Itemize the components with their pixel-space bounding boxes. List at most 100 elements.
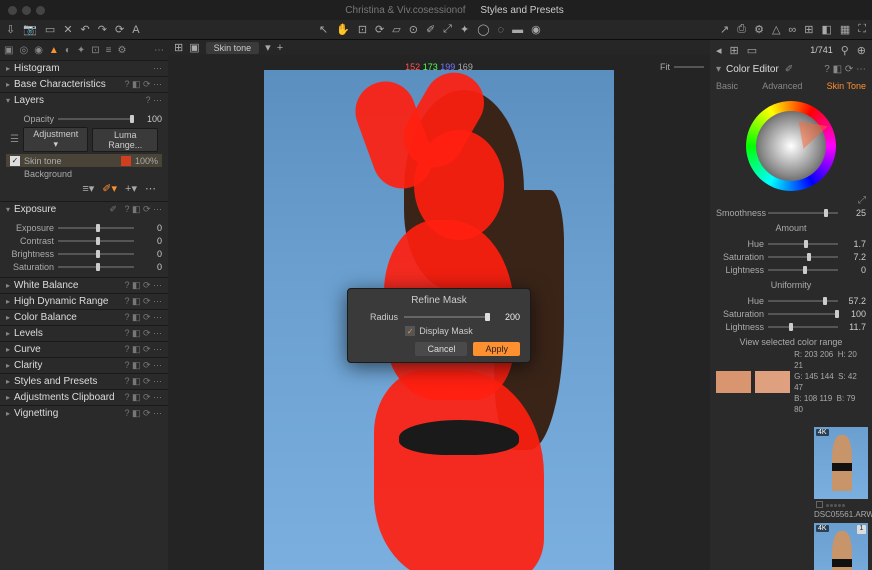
layer-skin-tone[interactable]: ✓Skin tone 100% <box>6 154 162 167</box>
folder-icon[interactable]: ▭ <box>45 23 55 36</box>
slider-contrast[interactable]: Contrast0 <box>6 234 162 247</box>
section-levels[interactable]: ▸Levels? ◧ ⟳ ⋯ <box>0 326 168 341</box>
radial-icon[interactable]: ◉ <box>531 23 541 36</box>
layout-icon[interactable]: ▦ <box>840 23 850 36</box>
section-color balance[interactable]: ▸Color Balance? ◧ ⟳ ⋯ <box>0 310 168 325</box>
keystone-icon[interactable]: ▱ <box>392 23 400 36</box>
color-tab-icon[interactable]: ▲ <box>49 45 59 56</box>
more-icon[interactable]: ⋯ <box>154 45 164 56</box>
tag-add-icon[interactable]: + <box>277 42 283 54</box>
adjustment-dropdown[interactable]: Adjustment ▾ <box>23 127 89 152</box>
redo-icon[interactable]: ↷ <box>98 23 107 36</box>
import-icon[interactable]: ⇩ <box>6 23 15 36</box>
section-high dynamic range[interactable]: ▸High Dynamic Range? ◧ ⟳ ⋯ <box>0 294 168 309</box>
dropper-icon[interactable]: ⤢ <box>443 23 452 36</box>
warning-icon[interactable]: △ <box>772 23 780 36</box>
gear-icon[interactable]: ⚙ <box>754 23 764 36</box>
library-tab-icon[interactable]: ▣ <box>4 45 13 56</box>
gradient-icon[interactable]: ▬ <box>512 24 523 36</box>
mask-icon[interactable]: ∞ <box>788 24 796 36</box>
thumbnail-0[interactable]: 4K DSC05561.ARW <box>814 427 868 519</box>
layer-menu-icon[interactable]: ≡▾ <box>82 182 94 195</box>
amount-hue-slider[interactable]: Hue1.7 <box>716 237 866 250</box>
export-icon[interactable]: ↗ <box>720 23 729 36</box>
straighten-icon[interactable]: ⟳ <box>375 23 384 36</box>
window-controls[interactable] <box>8 6 45 15</box>
layers-section[interactable]: ▾Layers? ⋯ <box>0 93 168 108</box>
layer-more-icon[interactable]: ⋯ <box>145 182 156 195</box>
heal-icon[interactable]: ✦ <box>460 23 469 36</box>
exposure-section[interactable]: ▾Exposure✐ ? ◧ ⟳ ⋯ <box>0 202 168 217</box>
meta-tab-icon[interactable]: ≡ <box>106 45 112 56</box>
auto-icon[interactable]: ⟳ <box>115 23 124 36</box>
section-styles and presets[interactable]: ▸Styles and Presets? ◧ ⟳ ⋯ <box>0 374 168 389</box>
section-white balance[interactable]: ▸White Balance? ◧ ⟳ ⋯ <box>0 278 168 293</box>
compare-icon[interactable]: ◧ <box>821 23 831 36</box>
cursor-icon[interactable]: ↖ <box>319 23 328 36</box>
cancel-button[interactable]: Cancel <box>415 342 467 356</box>
section-clarity[interactable]: ▸Clarity? ◧ ⟳ ⋯ <box>0 358 168 373</box>
histogram-section[interactable]: ▸Histogram⋯ <box>0 61 168 76</box>
apply-button[interactable]: Apply <box>473 342 520 356</box>
display-mask-checkbox[interactable]: ✓ <box>405 326 415 336</box>
color-editor-title[interactable]: Color Editor <box>726 64 779 75</box>
view-single-icon[interactable]: ▣ <box>189 41 199 54</box>
undo-icon[interactable]: ↶ <box>81 23 90 36</box>
lens-tab-icon[interactable]: ◉ <box>34 45 43 56</box>
exposure-tab-icon[interactable]: ◐ <box>65 45 71 56</box>
document-name: Christina & Viv.cosessionof <box>345 5 465 16</box>
section-adjustments clipboard[interactable]: ▸Adjustments Clipboard? ◧ ⟳ ⋯ <box>0 390 168 405</box>
uniformity-lightness-slider[interactable]: Lightness11.7 <box>716 320 866 333</box>
uniformity-hue-slider[interactable]: Hue57.2 <box>716 294 866 307</box>
search-icon[interactable]: ⚲ <box>841 44 849 57</box>
camera-icon[interactable]: 📷 <box>23 23 37 36</box>
mask-draw-icon[interactable]: ◯ <box>477 23 489 36</box>
slider-brightness[interactable]: Brightness0 <box>6 247 162 260</box>
layer-brush-icon[interactable]: ✐▾ <box>102 182 117 195</box>
section-vignetting[interactable]: ▸Vignetting? ◧ ⟳ ⋯ <box>0 406 168 421</box>
mask-erase-icon[interactable]: ◌ <box>498 24 505 36</box>
filter-icon[interactable]: ⊕ <box>857 44 866 57</box>
spot-icon[interactable]: ⊙ <box>409 23 418 36</box>
luma-range-button[interactable]: Luma Range... <box>92 128 158 152</box>
view-grid-icon[interactable]: ⊞ <box>174 41 183 54</box>
tag-dropdown-icon[interactable]: ▾ <box>265 41 271 54</box>
print-icon[interactable]: ⎙ <box>737 23 746 36</box>
adjust-tab-icon[interactable]: ⊡ <box>91 45 99 56</box>
capture-tab-icon[interactable]: ◎ <box>19 45 28 56</box>
uniformity-saturation-slider[interactable]: Saturation100 <box>716 307 866 320</box>
smoothness-slider[interactable]: Smoothness 25 <box>716 206 866 219</box>
slider-exposure[interactable]: Exposure0 <box>6 221 162 234</box>
amount-lightness-slider[interactable]: Lightness0 <box>716 263 866 276</box>
radius-slider[interactable] <box>404 316 490 318</box>
tab-advanced[interactable]: Advanced <box>762 81 802 91</box>
text-icon[interactable]: A <box>132 24 139 36</box>
base-characteristics-section[interactable]: ▸Base Characteristics? ◧ ⟳ ⋯ <box>0 77 168 92</box>
tab-skin-tone[interactable]: Skin Tone <box>827 81 866 91</box>
tab-styles-presets[interactable]: Styles and Presets <box>480 5 563 16</box>
color-wheel[interactable] <box>746 101 836 191</box>
browser-prev-icon[interactable]: ◂ <box>716 44 722 57</box>
variant-tag[interactable]: Skin tone <box>206 42 260 54</box>
crop-icon[interactable]: ⊡ <box>358 23 367 36</box>
tab-basic[interactable]: Basic <box>716 81 738 91</box>
amount-saturation-slider[interactable]: Saturation7.2 <box>716 250 866 263</box>
brush-icon[interactable]: ✐ <box>426 23 435 36</box>
details-tab-icon[interactable]: ✦ <box>77 45 85 56</box>
grid-icon[interactable]: ⊞ <box>804 23 813 36</box>
fullscreen-icon[interactable]: ⛶ <box>858 23 866 36</box>
close-icon[interactable]: ✕ <box>63 23 72 36</box>
browser-size-icon[interactable]: ▭ <box>747 44 757 57</box>
layer-add-icon[interactable]: +▾ <box>125 182 137 195</box>
output-tab-icon[interactable]: ⚙ <box>118 45 127 56</box>
hand-icon[interactable]: ✋ <box>336 23 350 36</box>
thumbnail-1[interactable]: 4K1 DSC05562.ARW <box>814 523 868 570</box>
layer-background[interactable]: Background <box>6 167 162 180</box>
radius-value: 200 <box>496 312 520 322</box>
viewer: ⊞ ▣ Skin tone ▾ + 152 173 199 169 Fit <box>168 40 710 570</box>
amount-header: Amount <box>716 223 866 233</box>
slider-saturation[interactable]: Saturation0 <box>6 260 162 273</box>
browser-grid-icon[interactable]: ⊞ <box>730 44 739 57</box>
section-curve[interactable]: ▸Curve? ◧ ⟳ ⋯ <box>0 342 168 357</box>
opacity-slider[interactable]: Opacity 100 <box>6 112 162 125</box>
